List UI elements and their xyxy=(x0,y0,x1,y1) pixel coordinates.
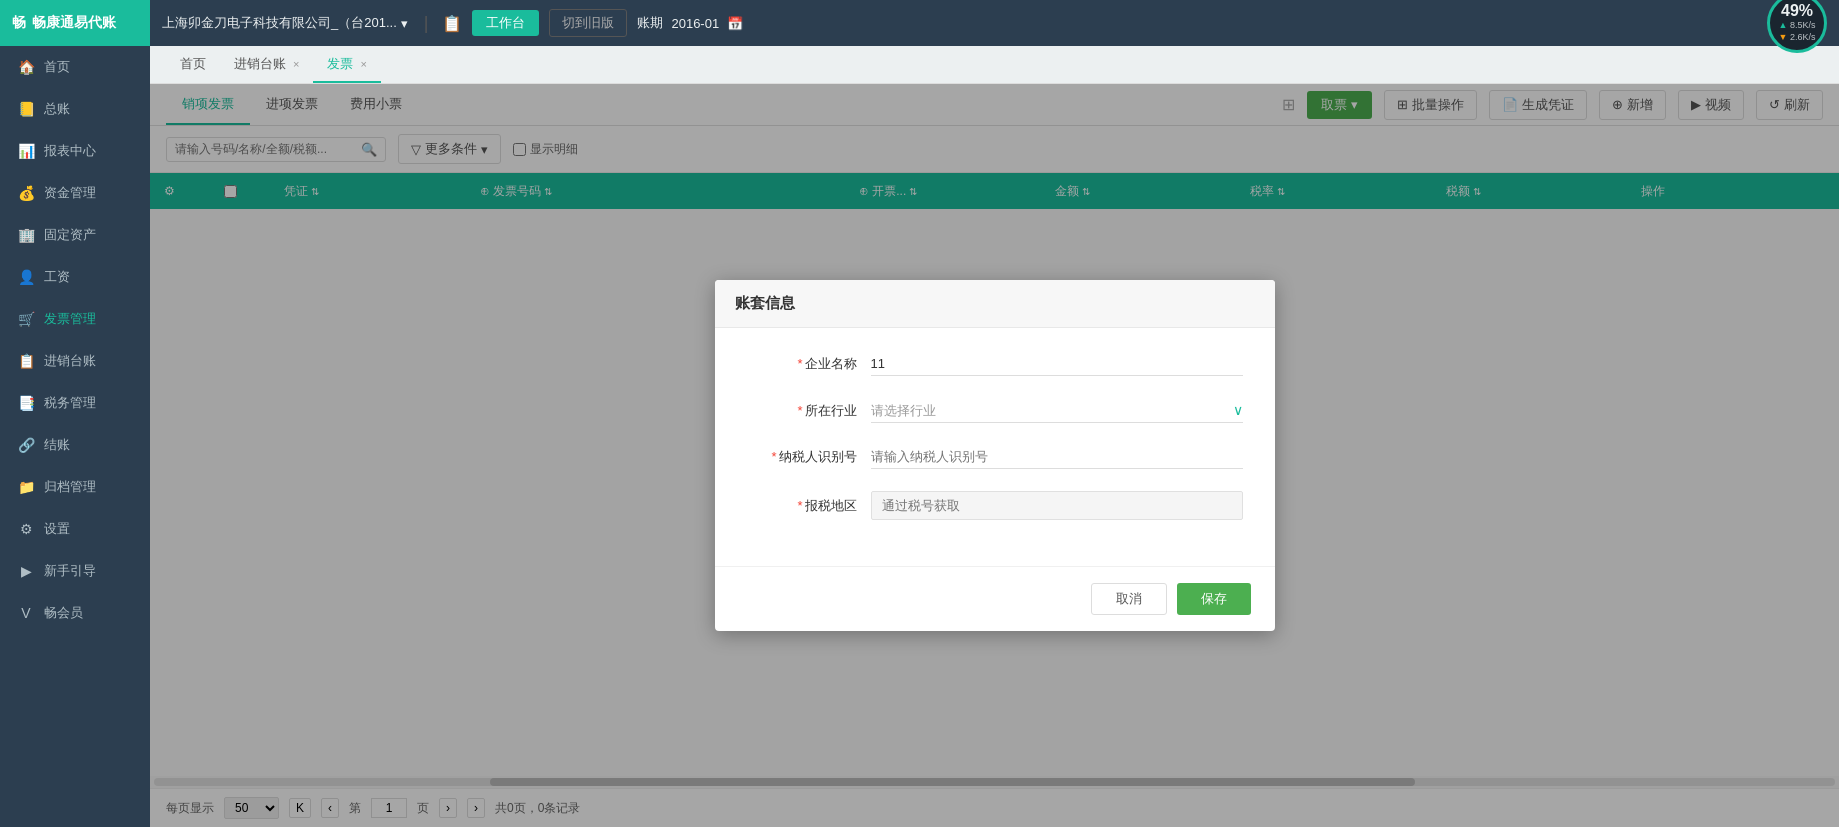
sidebar-icon-closing: 🔗 xyxy=(18,437,34,453)
speed-download: ▼ 2.6K/s xyxy=(1779,32,1816,44)
sidebar-item-home[interactable]: 🏠 首页 xyxy=(0,46,150,88)
industry-select[interactable]: 请选择行业 xyxy=(871,403,1233,418)
sidebar-icon-funds: 💰 xyxy=(18,185,34,201)
topbar: 上海卯金刀电子科技有限公司_（台201... ▾ | 📋 工作台 切到旧版 账期… xyxy=(150,0,1839,46)
sidebar-item-tax[interactable]: 📑 税务管理 xyxy=(0,382,150,424)
sidebar-item-purchase[interactable]: 📋 进销台账 xyxy=(0,340,150,382)
sidebar-label-guide: 新手引导 xyxy=(44,562,96,580)
sidebar-icon-guide: ▶ xyxy=(18,563,34,579)
sidebar-label-purchase: 进销台账 xyxy=(44,352,96,370)
sidebar-icon-purchase: 📋 xyxy=(18,353,34,369)
sidebar-label-ledger: 总账 xyxy=(44,100,70,118)
page-tab-purchase[interactable]: 进销台账 × xyxy=(220,47,313,83)
page-tab-close-invoice[interactable]: × xyxy=(357,58,366,70)
content-area: 销项发票进项发票费用小票 ⊞ 取票 ▾ ⊞ 批量操作 📄 生成凭证 ⊕ 新增 xyxy=(150,84,1839,827)
sidebar-icon-reports: 📊 xyxy=(18,143,34,159)
sidebar-item-funds[interactable]: 💰 资金管理 xyxy=(0,172,150,214)
sidebar-label-home: 首页 xyxy=(44,58,70,76)
tax-region-input xyxy=(871,491,1243,520)
sidebar-item-closing[interactable]: 🔗 结账 xyxy=(0,424,150,466)
cancel-button[interactable]: 取消 xyxy=(1091,583,1167,615)
company-name: 上海卯金刀电子科技有限公司_（台201... xyxy=(162,14,397,32)
speed-upload: ▲ 8.5K/s xyxy=(1779,20,1816,32)
sidebar-label-member: 畅会员 xyxy=(44,604,83,622)
industry-chevron: ∨ xyxy=(1233,402,1243,418)
sidebar-icon-archive: 📁 xyxy=(18,479,34,495)
dialog-footer: 取消 保存 xyxy=(715,566,1275,631)
industry-row: *所在行业 请选择行业 ∨ xyxy=(747,398,1243,423)
sidebar-item-ledger[interactable]: 📒 总账 xyxy=(0,88,150,130)
tax-region-label: *报税地区 xyxy=(747,497,857,515)
sidebar-icon-assets: 🏢 xyxy=(18,227,34,243)
sidebar-item-guide[interactable]: ▶ 新手引导 xyxy=(0,550,150,592)
sidebar-label-closing: 结账 xyxy=(44,436,70,454)
sidebar-item-invoice[interactable]: 🛒 发票管理 xyxy=(0,298,150,340)
sidebar-item-payroll[interactable]: 👤 工资 xyxy=(0,256,150,298)
calendar-icon[interactable]: 📅 xyxy=(727,16,743,31)
sidebar-label-reports: 报表中心 xyxy=(44,142,96,160)
sidebar-icon-payroll: 👤 xyxy=(18,269,34,285)
switch-old-button[interactable]: 切到旧版 xyxy=(549,9,627,37)
copy-icon[interactable]: 📋 xyxy=(442,14,462,33)
tax-id-input[interactable] xyxy=(871,445,1243,469)
sidebar-item-settings[interactable]: ⚙ 设置 xyxy=(0,508,150,550)
sidebar-label-assets: 固定资产 xyxy=(44,226,96,244)
period-label: 账期 2016-01 📅 xyxy=(637,14,743,32)
company-name-label: *企业名称 xyxy=(747,355,857,373)
page-tabs: 首页进销台账 ×发票 × xyxy=(150,46,1839,84)
sidebar-icon-invoice: 🛒 xyxy=(18,311,34,327)
speed-percent: 49% xyxy=(1781,2,1813,20)
save-button[interactable]: 保存 xyxy=(1177,583,1251,615)
page-tab-invoice[interactable]: 发票 × xyxy=(313,47,380,83)
logo-text: 畅康通易代账 xyxy=(32,14,116,32)
page-tab-label-purchase: 进销台账 xyxy=(234,56,286,71)
sidebar-icon-ledger: 📒 xyxy=(18,101,34,117)
page-tab-label-invoice: 发票 xyxy=(327,56,353,71)
dialog-body: *企业名称 *所在行业 请选择行业 ∨ xyxy=(715,328,1275,566)
logo-icon: 畅 xyxy=(12,14,26,32)
company-name-input[interactable] xyxy=(871,352,1243,376)
sidebar: 畅 畅康通易代账 🏠 首页 📒 总账 📊 报表中心 💰 资金管理 🏢 固定资产 👤 工资 🛒 发票管理 📋 进… xyxy=(0,0,150,827)
company-name-row: *企业名称 xyxy=(747,352,1243,376)
main-area: 上海卯金刀电子科技有限公司_（台201... ▾ | 📋 工作台 切到旧版 账期… xyxy=(150,0,1839,827)
page-tab-home[interactable]: 首页 xyxy=(166,47,220,83)
sidebar-label-invoice: 发票管理 xyxy=(44,310,96,328)
sidebar-item-archive[interactable]: 📁 归档管理 xyxy=(0,466,150,508)
sidebar-item-member[interactable]: V 畅会员 xyxy=(0,592,150,634)
sidebar-item-reports[interactable]: 📊 报表中心 xyxy=(0,130,150,172)
sidebar-label-payroll: 工资 xyxy=(44,268,70,286)
page-tab-label-home: 首页 xyxy=(180,56,206,71)
industry-select-wrap: 请选择行业 ∨ xyxy=(871,398,1243,423)
modal-overlay[interactable]: 账套信息 *企业名称 *所在行业 xyxy=(150,84,1839,827)
sidebar-icon-tax: 📑 xyxy=(18,395,34,411)
app-logo: 畅 畅康通易代账 xyxy=(0,0,150,46)
sidebar-label-settings: 设置 xyxy=(44,520,70,538)
tax-id-row: *纳税人识别号 xyxy=(747,445,1243,469)
dialog-title: 账套信息 xyxy=(715,280,1275,328)
sidebar-icon-settings: ⚙ xyxy=(18,521,34,537)
tax-region-row: *报税地区 xyxy=(747,491,1243,520)
company-chevron: ▾ xyxy=(401,16,408,31)
account-info-dialog: 账套信息 *企业名称 *所在行业 xyxy=(715,280,1275,631)
sidebar-icon-member: V xyxy=(18,605,34,621)
sidebar-item-assets[interactable]: 🏢 固定资产 xyxy=(0,214,150,256)
sidebar-label-funds: 资金管理 xyxy=(44,184,96,202)
workbench-button[interactable]: 工作台 xyxy=(472,10,539,36)
page-tab-close-purchase[interactable]: × xyxy=(290,58,299,70)
sidebar-label-tax: 税务管理 xyxy=(44,394,96,412)
sidebar-label-archive: 归档管理 xyxy=(44,478,96,496)
industry-label: *所在行业 xyxy=(747,402,857,420)
company-selector[interactable]: 上海卯金刀电子科技有限公司_（台201... ▾ xyxy=(162,14,408,32)
sidebar-icon-home: 🏠 xyxy=(18,59,34,75)
tax-id-label: *纳税人识别号 xyxy=(747,448,857,466)
